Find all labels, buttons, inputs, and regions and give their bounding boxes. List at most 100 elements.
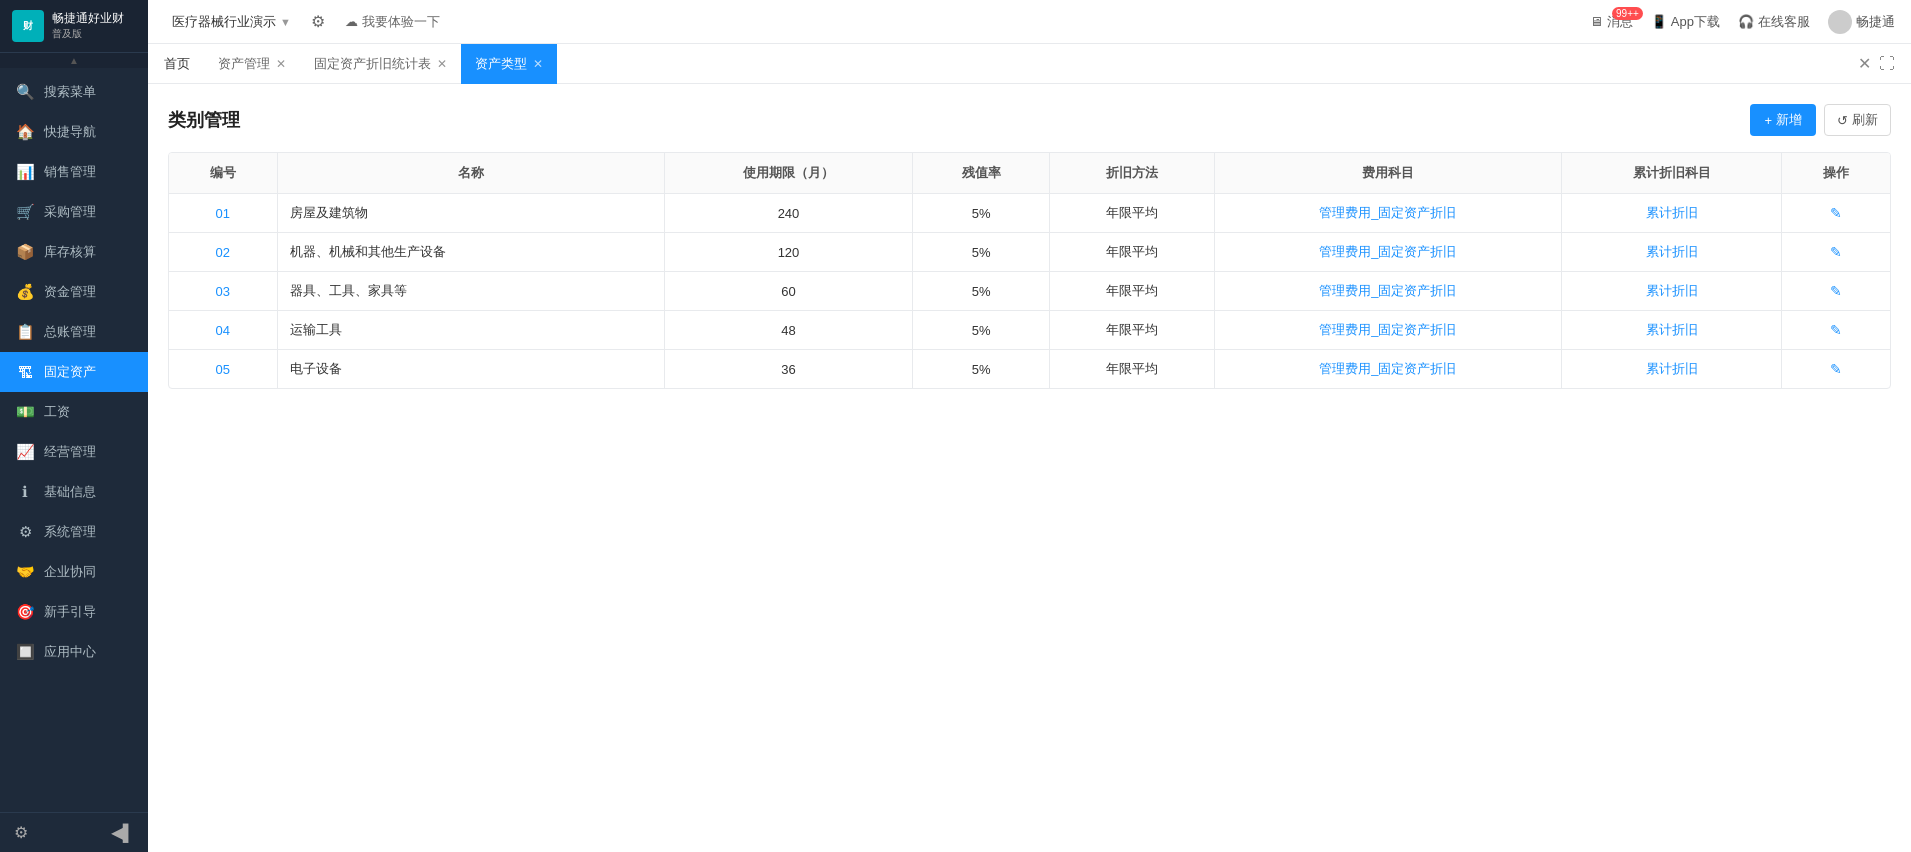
cell-name: 电子设备 bbox=[277, 350, 664, 389]
sidebar-item-sales[interactable]: 📊 销售管理 bbox=[0, 152, 148, 192]
cell-expense: 管理费用_固定资产折旧 bbox=[1214, 272, 1561, 311]
ledger-icon: 📋 bbox=[16, 323, 34, 341]
sidebar-logo: 财 畅捷通好业财 普及版 bbox=[0, 0, 148, 53]
edit-icon[interactable]: ✎ bbox=[1830, 283, 1842, 299]
col-code: 编号 bbox=[169, 153, 277, 194]
sidebar-item-label: 快捷导航 bbox=[44, 123, 96, 141]
sidebar-item-quick-nav[interactable]: 🏠 快捷导航 bbox=[0, 112, 148, 152]
refresh-icon: ↺ bbox=[1837, 113, 1848, 128]
cell-method: 年限平均 bbox=[1050, 233, 1215, 272]
industry-label: 医疗器械行业演示 bbox=[172, 13, 276, 31]
sidebar-item-ops[interactable]: 📈 经营管理 bbox=[0, 432, 148, 472]
tab-asset-type[interactable]: 资产类型 ✕ bbox=[461, 44, 557, 84]
table-row: 03 器具、工具、家具等 60 5% 年限平均 管理费用_固定资产折旧 累计折旧… bbox=[169, 272, 1890, 311]
cloud-icon: ☁ bbox=[345, 14, 358, 29]
sidebar-item-purchase[interactable]: 🛒 采购管理 bbox=[0, 192, 148, 232]
refresh-btn[interactable]: ↺ 刷新 bbox=[1824, 104, 1891, 136]
notification-btn[interactable]: 🖥 消息 99+ bbox=[1590, 13, 1633, 31]
logo-name: 畅捷通好业财 bbox=[52, 11, 124, 27]
tab-depreciation-close[interactable]: ✕ bbox=[437, 57, 447, 71]
collab-icon: 🤝 bbox=[16, 563, 34, 581]
cell-method: 年限平均 bbox=[1050, 272, 1215, 311]
tab-depreciation-label: 固定资产折旧统计表 bbox=[314, 55, 431, 73]
col-method: 折旧方法 bbox=[1050, 153, 1215, 194]
inventory-icon: 📦 bbox=[16, 243, 34, 261]
sidebar-item-capital[interactable]: 💰 资金管理 bbox=[0, 272, 148, 312]
table-row: 04 运输工具 48 5% 年限平均 管理费用_固定资产折旧 累计折旧 ✎ bbox=[169, 311, 1890, 350]
logo-sub: 普及版 bbox=[52, 27, 124, 41]
sidebar-item-label: 搜索菜单 bbox=[44, 83, 96, 101]
table: 编号 名称 使用期限（月） 残值率 折旧方法 费用科目 累计折旧科目 操作 01… bbox=[169, 153, 1890, 388]
sidebar-item-salary[interactable]: 💵 工资 bbox=[0, 392, 148, 432]
close-btn[interactable]: ✕ bbox=[1858, 54, 1871, 73]
edit-icon[interactable]: ✎ bbox=[1830, 322, 1842, 338]
cell-residual: 5% bbox=[913, 194, 1050, 233]
cell-accum: 累计折旧 bbox=[1561, 311, 1781, 350]
user-avatar-icon bbox=[1828, 10, 1852, 34]
cell-accum: 累计折旧 bbox=[1561, 194, 1781, 233]
app-download-btn[interactable]: 📱 App下载 bbox=[1651, 13, 1720, 31]
tab-asset-mgmt[interactable]: 资产管理 ✕ bbox=[204, 44, 300, 84]
user-btn[interactable]: 畅捷通 bbox=[1828, 10, 1895, 34]
try-experience-btn[interactable]: ☁ 我要体验一下 bbox=[337, 9, 448, 35]
cell-action[interactable]: ✎ bbox=[1782, 350, 1890, 389]
maximize-btn[interactable]: ⛶ bbox=[1879, 55, 1895, 73]
sidebar-item-label: 销售管理 bbox=[44, 163, 96, 181]
cell-months: 36 bbox=[664, 350, 912, 389]
scroll-up-icon[interactable]: ▲ bbox=[69, 55, 79, 66]
sidebar-item-label: 新手引导 bbox=[44, 603, 96, 621]
sidebar-item-collab[interactable]: 🤝 企业协同 bbox=[0, 552, 148, 592]
topbar-left: 医疗器械行业演示 ▼ ⚙ ☁ 我要体验一下 bbox=[164, 8, 1578, 35]
sidebar-item-search[interactable]: 🔍 搜索菜单 bbox=[0, 72, 148, 112]
sidebar-item-label: 采购管理 bbox=[44, 203, 96, 221]
guide-icon: 🎯 bbox=[16, 603, 34, 621]
sidebar-item-guide[interactable]: 🎯 新手引导 bbox=[0, 592, 148, 632]
cell-name: 房屋及建筑物 bbox=[277, 194, 664, 233]
topbar: 医疗器械行业演示 ▼ ⚙ ☁ 我要体验一下 🖥 消息 99+ 📱 App下载 🎧… bbox=[148, 0, 1911, 44]
cell-action[interactable]: ✎ bbox=[1782, 194, 1890, 233]
cell-name: 运输工具 bbox=[277, 311, 664, 350]
notification-icon: 🖥 bbox=[1590, 14, 1603, 29]
cell-method: 年限平均 bbox=[1050, 311, 1215, 350]
sales-icon: 📊 bbox=[16, 163, 34, 181]
industry-selector[interactable]: 医疗器械行业演示 ▼ bbox=[164, 9, 299, 35]
cell-code: 03 bbox=[169, 272, 277, 311]
main-area: 医疗器械行业演示 ▼ ⚙ ☁ 我要体验一下 🖥 消息 99+ 📱 App下载 🎧… bbox=[148, 0, 1911, 852]
cell-accum: 累计折旧 bbox=[1561, 272, 1781, 311]
sidebar-item-app-center[interactable]: 🔲 应用中心 bbox=[0, 632, 148, 672]
col-name: 名称 bbox=[277, 153, 664, 194]
gear-icon[interactable]: ⚙ bbox=[307, 8, 329, 35]
tab-asset-mgmt-close[interactable]: ✕ bbox=[276, 57, 286, 71]
online-service-label: 在线客服 bbox=[1758, 13, 1810, 31]
edit-icon[interactable]: ✎ bbox=[1830, 244, 1842, 260]
col-residual: 残值率 bbox=[913, 153, 1050, 194]
tab-asset-type-close[interactable]: ✕ bbox=[533, 57, 543, 71]
logo-icon: 财 bbox=[12, 10, 44, 42]
edit-icon[interactable]: ✎ bbox=[1830, 361, 1842, 377]
cell-expense: 管理费用_固定资产折旧 bbox=[1214, 350, 1561, 389]
sidebar-item-ledger[interactable]: 📋 总账管理 bbox=[0, 312, 148, 352]
cell-method: 年限平均 bbox=[1050, 350, 1215, 389]
col-action: 操作 bbox=[1782, 153, 1890, 194]
sidebar-item-label: 经营管理 bbox=[44, 443, 96, 461]
new-btn[interactable]: + 新增 bbox=[1750, 104, 1816, 136]
sidebar-item-system[interactable]: ⚙ 系统管理 bbox=[0, 512, 148, 552]
edit-icon[interactable]: ✎ bbox=[1830, 205, 1842, 221]
cell-action[interactable]: ✎ bbox=[1782, 272, 1890, 311]
cell-months: 240 bbox=[664, 194, 912, 233]
sidebar-item-base-info[interactable]: ℹ 基础信息 bbox=[0, 472, 148, 512]
base-info-icon: ℹ bbox=[16, 483, 34, 501]
tab-depreciation[interactable]: 固定资产折旧统计表 ✕ bbox=[300, 44, 461, 84]
cell-residual: 5% bbox=[913, 233, 1050, 272]
cell-action[interactable]: ✎ bbox=[1782, 311, 1890, 350]
cell-months: 48 bbox=[664, 311, 912, 350]
collapse-icon[interactable]: ◀▌ bbox=[111, 823, 134, 842]
cell-expense: 管理费用_固定资产折旧 bbox=[1214, 194, 1561, 233]
cell-action[interactable]: ✎ bbox=[1782, 233, 1890, 272]
sidebar-item-inventory[interactable]: 📦 库存核算 bbox=[0, 232, 148, 272]
online-service-btn[interactable]: 🎧 在线客服 bbox=[1738, 13, 1810, 31]
sidebar-item-fixed-assets[interactable]: 🏗 固定资产 bbox=[0, 352, 148, 392]
settings-icon[interactable]: ⚙ bbox=[14, 823, 28, 842]
table-row: 05 电子设备 36 5% 年限平均 管理费用_固定资产折旧 累计折旧 ✎ bbox=[169, 350, 1890, 389]
tab-home[interactable]: 首页 bbox=[164, 44, 204, 84]
